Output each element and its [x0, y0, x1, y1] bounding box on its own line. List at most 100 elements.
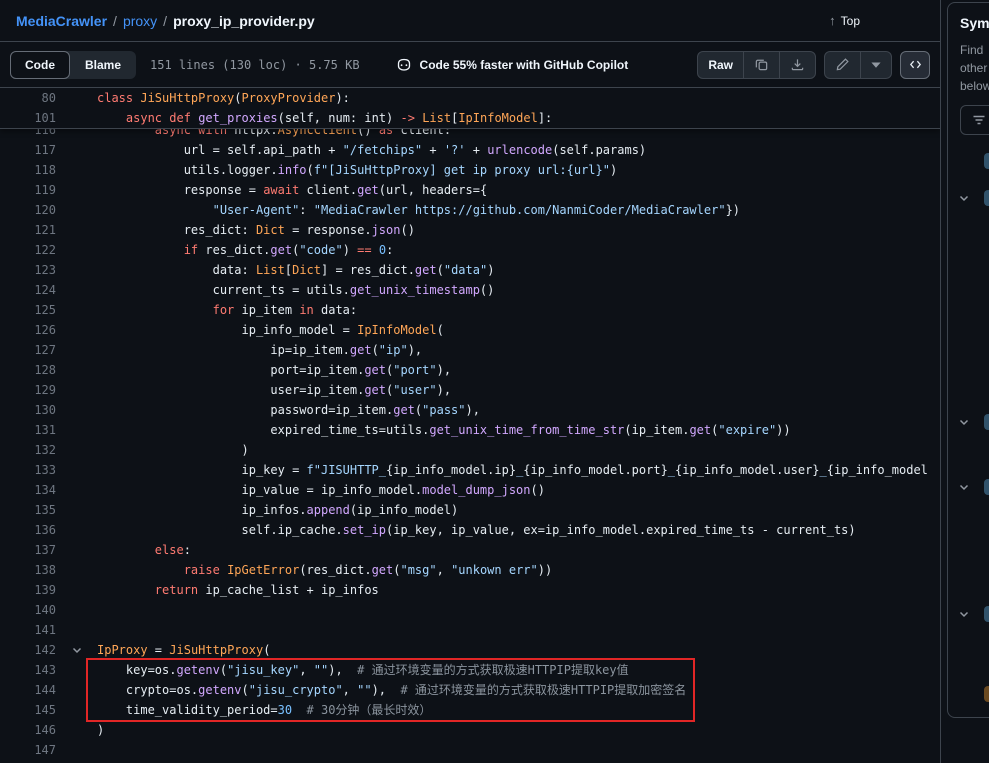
download-button[interactable] [780, 52, 815, 78]
code-line: 139 return ip_cache_list + ip_infos [0, 580, 940, 600]
code-line: 137 else: [0, 540, 940, 560]
line-number[interactable]: 127 [0, 340, 56, 360]
tab-blame[interactable]: Blame [70, 51, 136, 79]
chevron-down-icon[interactable] [958, 416, 970, 428]
line-number[interactable]: 138 [0, 560, 56, 580]
fold-gutter [56, 360, 97, 380]
code-text: time_validity_period=30 # 30分钟（最长时效） [97, 700, 431, 720]
code-line: 135 ip_infos.append(ip_info_model) [0, 500, 940, 520]
line-number[interactable]: 136 [0, 520, 56, 540]
code-text: response = await client.get(url, headers… [97, 180, 487, 200]
line-number[interactable]: 135 [0, 500, 56, 520]
line-number[interactable]: 129 [0, 380, 56, 400]
fold-gutter [56, 560, 97, 580]
line-number[interactable]: 118 [0, 160, 56, 180]
line-number[interactable]: 101 [0, 108, 56, 128]
tab-code[interactable]: Code [10, 51, 70, 79]
code-line: 134 ip_value = ip_info_model.model_dump_… [0, 480, 940, 500]
line-number[interactable]: 120 [0, 200, 56, 220]
fold-gutter [56, 140, 97, 160]
raw-button[interactable]: Raw [698, 52, 744, 78]
chevron-down-icon[interactable] [958, 192, 970, 204]
line-number[interactable]: 147 [0, 740, 56, 760]
symbol-tree-item[interactable] [958, 604, 989, 624]
line-number[interactable]: 119 [0, 180, 56, 200]
code-text: "User-Agent": "MediaCrawler https://gith… [97, 200, 740, 220]
line-number[interactable]: 117 [0, 140, 56, 160]
symbols-filter-button[interactable] [960, 105, 989, 135]
symbols-panel-title: Symbols [960, 15, 989, 31]
code-line: 136 self.ip_cache.set_ip(ip_key, ip_valu… [0, 520, 940, 540]
line-number[interactable]: 139 [0, 580, 56, 600]
symbols-panel-toggle-button[interactable] [900, 51, 930, 79]
line-number[interactable]: 131 [0, 420, 56, 440]
line-number[interactable]: 80 [0, 88, 56, 108]
code-line: 125 for ip_item in data: [0, 300, 940, 320]
symbol-tree-item[interactable] [958, 412, 989, 432]
copilot-banner: Code 55% faster with GitHub Copilot [396, 57, 629, 73]
chevron-down-icon[interactable] [958, 481, 970, 493]
edit-dropdown-button[interactable] [861, 52, 891, 78]
line-number[interactable]: 122 [0, 240, 56, 260]
line-number[interactable]: 137 [0, 540, 56, 560]
code-text: raise IpGetError(res_dict.get("msg", "un… [97, 560, 552, 580]
breadcrumb-repo-link[interactable]: MediaCrawler [16, 13, 107, 29]
fold-chevron-icon[interactable] [56, 640, 97, 660]
edit-group [824, 51, 892, 79]
line-number[interactable]: 121 [0, 220, 56, 240]
code-text: user=ip_item.get("user"), [97, 380, 451, 400]
code-text: self.ip_cache.set_ip(ip_key, ip_value, e… [97, 520, 856, 540]
code-line: 145 time_validity_period=30 # 30分钟（最长时效） [0, 700, 940, 720]
edit-button[interactable] [825, 52, 861, 78]
code-text: ip_value = ip_info_model.model_dump_json… [97, 480, 545, 500]
code-text: data: List[Dict] = res_dict.get("data") [97, 260, 494, 280]
code-text: res_dict: Dict = response.json() [97, 220, 415, 240]
symbol-tree-item[interactable] [958, 684, 989, 704]
fold-gutter [56, 620, 97, 640]
symbol-tree-item[interactable] [958, 151, 989, 171]
line-number[interactable]: 130 [0, 400, 56, 420]
line-number[interactable]: 145 [0, 700, 56, 720]
file-toolbar: Code Blame 151 lines (130 loc) · 5.75 KB… [0, 41, 940, 88]
symbol-tree-item[interactable] [958, 188, 989, 208]
copy-button[interactable] [744, 52, 780, 78]
top-label: Top [841, 14, 860, 28]
fold-gutter [56, 340, 97, 360]
fold-gutter [56, 660, 97, 680]
line-number[interactable]: 124 [0, 280, 56, 300]
code-line: 143 key=os.getenv("jisu_key", ""), # 通过环… [0, 660, 940, 680]
symbol-kind-badge [984, 479, 989, 495]
symbol-tree-item[interactable] [958, 477, 989, 497]
line-number[interactable]: 126 [0, 320, 56, 340]
code-text: for ip_item in data: [97, 300, 357, 320]
code-line: 138 raise IpGetError(res_dict.get("msg",… [0, 560, 940, 580]
symbol-kind-badge [984, 190, 989, 206]
copy-icon [754, 57, 769, 72]
line-number[interactable]: 123 [0, 260, 56, 280]
line-number[interactable]: 146 [0, 720, 56, 740]
breadcrumb-dir-link[interactable]: proxy [123, 13, 157, 29]
line-number[interactable]: 143 [0, 660, 56, 680]
line-number[interactable]: 144 [0, 680, 56, 700]
line-number[interactable]: 140 [0, 600, 56, 620]
symbol-kind-badge [984, 414, 989, 430]
code-line: 124 current_ts = utils.get_unix_timestam… [0, 280, 940, 300]
code-line: 128 port=ip_item.get("port"), [0, 360, 940, 380]
back-to-top-link[interactable]: ↑ Top [829, 13, 860, 28]
fold-gutter [56, 740, 97, 760]
fold-gutter [56, 520, 97, 540]
line-number[interactable]: 142 [0, 640, 56, 660]
line-number[interactable]: 128 [0, 360, 56, 380]
code-text: crypto=os.getenv("jisu_crypto", ""), # 通… [97, 680, 686, 700]
code-brackets-icon [908, 57, 923, 72]
download-icon [790, 57, 805, 72]
line-number[interactable]: 134 [0, 480, 56, 500]
fold-gutter [56, 220, 97, 240]
line-number[interactable]: 132 [0, 440, 56, 460]
line-number[interactable]: 133 [0, 460, 56, 480]
line-number[interactable]: 125 [0, 300, 56, 320]
code-line: 119 response = await client.get(url, hea… [0, 180, 940, 200]
chevron-down-icon[interactable] [958, 608, 970, 620]
copilot-promo-text: Code 55% faster with GitHub Copilot [420, 58, 629, 72]
line-number[interactable]: 141 [0, 620, 56, 640]
